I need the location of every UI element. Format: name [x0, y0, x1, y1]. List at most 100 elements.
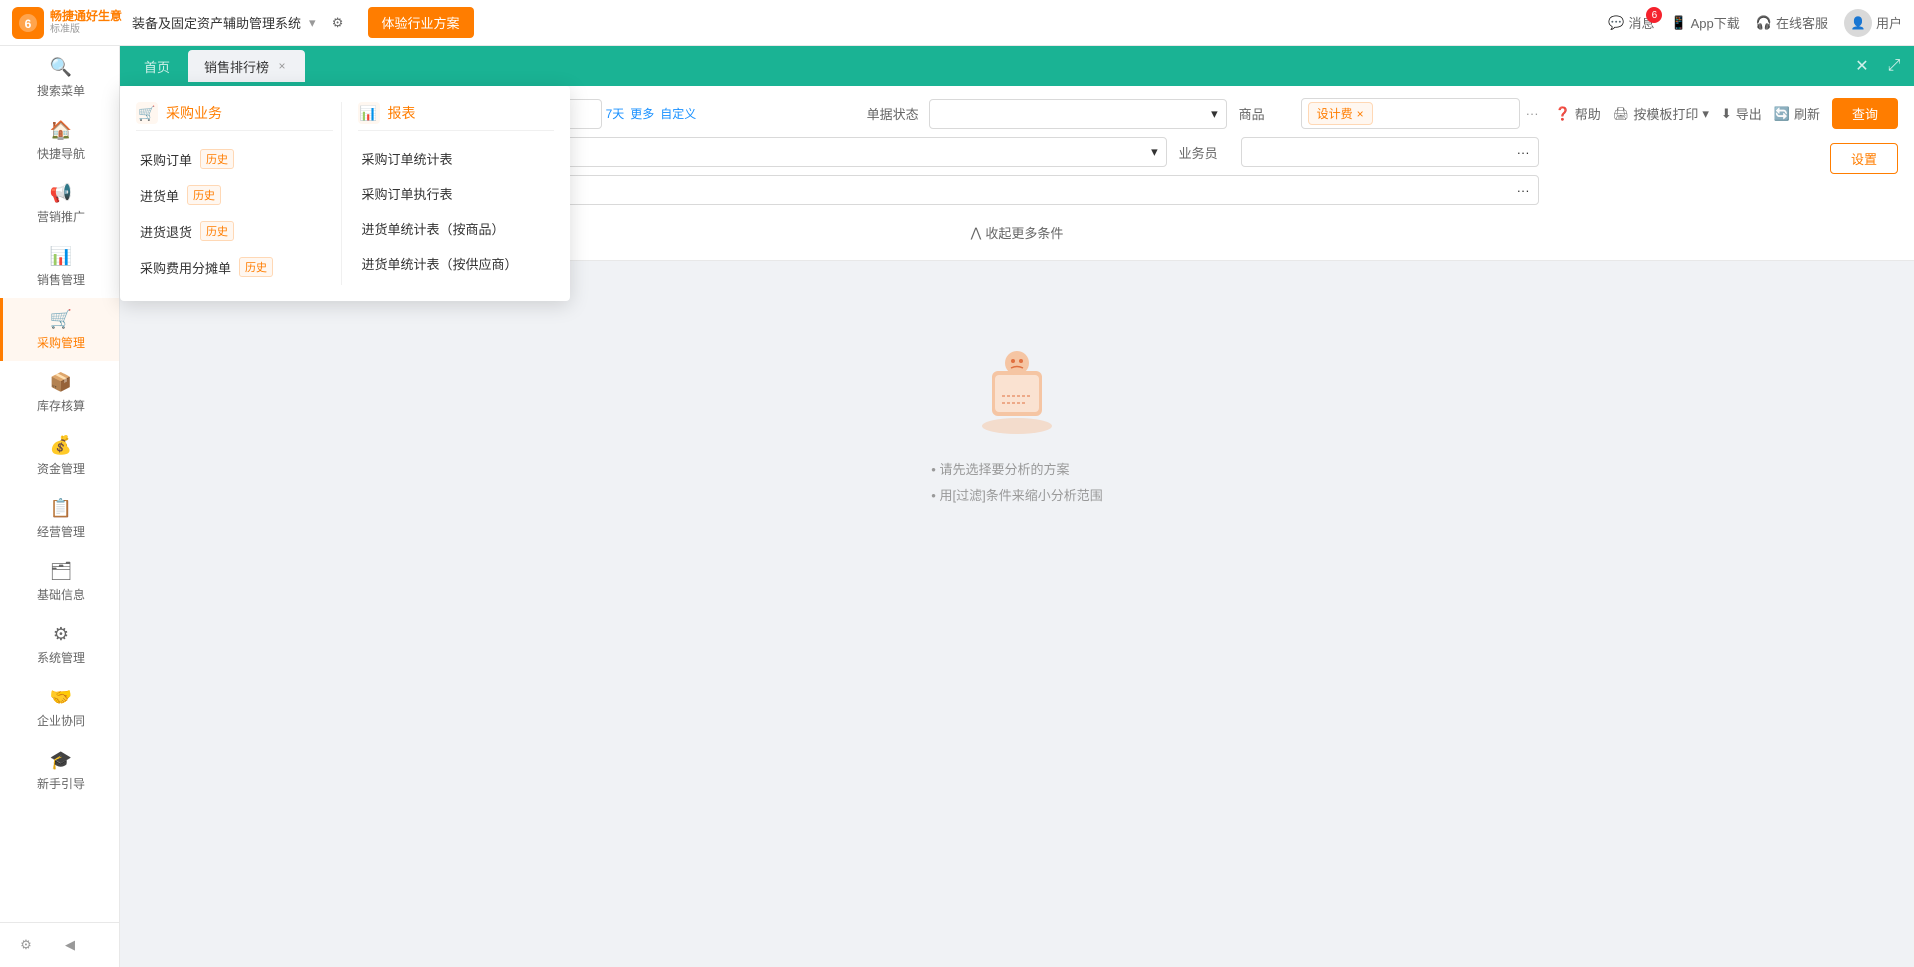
- goods-more[interactable]: ···: [1526, 106, 1539, 121]
- dropdown-purchase-order-stat[interactable]: 采购订单统计表: [358, 141, 555, 176]
- dropdown-report-4-label: 进货单统计表（按供应商）: [362, 254, 518, 273]
- collapse-btn[interactable]: ⋀ 收起更多条件: [965, 217, 1070, 248]
- sidebar-item-system[interactable]: ⚙ 系统管理: [0, 613, 119, 676]
- sidebar-item-search[interactable]: 🔍 搜索菜单: [0, 46, 119, 109]
- date-options: 7天 更多 自定义: [606, 105, 697, 122]
- tab-maximize-btn[interactable]: ⤢: [1882, 54, 1906, 78]
- sidebar-label-nav: 快捷导航: [37, 145, 85, 162]
- system-title-dropdown[interactable]: ▾: [309, 15, 316, 31]
- home-icon: 🏠: [50, 119, 72, 141]
- dropdown-purchase-expense-label: 采购费用分摊单: [140, 258, 231, 277]
- sidebar-item-guide[interactable]: 🎓 新手引导: [0, 739, 119, 802]
- basic-icon: 🗂: [50, 560, 72, 582]
- goods-tag-text: 设计费: [1317, 105, 1353, 122]
- export-btn[interactable]: ⬇ 导出: [1721, 104, 1762, 123]
- purchase-col-icon: 🛒: [136, 102, 158, 124]
- industry-btn[interactable]: 体验行业方案: [368, 7, 474, 38]
- message-btn[interactable]: 💬 消息 6: [1608, 13, 1654, 32]
- sidebar-collapse-btn[interactable]: ◀: [52, 931, 88, 959]
- system-settings-icon[interactable]: ⚙: [324, 9, 352, 37]
- dropdown-purchase-order-label: 采购订单: [140, 150, 192, 169]
- help-btn[interactable]: ❓ 帮助: [1555, 104, 1601, 123]
- dropdown-purchase-order[interactable]: 采购订单 历史: [136, 141, 333, 177]
- dropdown-inbound-stat-supplier[interactable]: 进货单统计表（按供应商）: [358, 246, 555, 281]
- tab-home[interactable]: 首页: [128, 50, 186, 82]
- dropdown-inbound-stat-goods[interactable]: 进货单统计表（按商品）: [358, 211, 555, 246]
- online-service-label: 在线客服: [1776, 13, 1828, 32]
- doc-status-select[interactable]: ▾: [929, 99, 1227, 129]
- dropdown-inbound-order[interactable]: 进货单 历史: [136, 177, 333, 213]
- purchase-col-title: 🛒 采购业务: [136, 102, 333, 131]
- sidebar-item-sales[interactable]: 📊 销售管理: [0, 235, 119, 298]
- top-bar: 6 畅捷通好生意 标准版 装备及固定资产辅助管理系统 ▾ ⚙ 体验行业方案 💬 …: [0, 0, 1914, 46]
- dropdown-inbound-return-label: 进货退货: [140, 222, 192, 241]
- salesman-label: 业务员: [1179, 143, 1235, 162]
- app-download-btn[interactable]: 📱 App下载: [1670, 13, 1739, 32]
- headset-icon: 🎧: [1756, 15, 1772, 31]
- sidebar: 🔍 搜索菜单 🏠 快捷导航 📢 营销推广 📊 销售管理 🛒 采购管理 📦 库存核…: [0, 46, 120, 967]
- dropdown-purchase-expense[interactable]: 采购费用分摊单 历史: [136, 249, 333, 285]
- sidebar-label-system: 系统管理: [37, 649, 85, 666]
- message-badge: 6: [1646, 7, 1662, 23]
- logo-text-wrap: 畅捷通好生意 标准版: [50, 9, 122, 35]
- online-service-btn[interactable]: 🎧 在线客服: [1756, 13, 1828, 32]
- date-7days[interactable]: 7天: [606, 105, 625, 122]
- sidebar-item-basic[interactable]: 🗂 基础信息: [0, 550, 119, 613]
- user-btn[interactable]: 👤 用户: [1844, 9, 1902, 37]
- sidebar-item-purchase[interactable]: 🛒 采购管理: [0, 298, 119, 361]
- goods-field: 商品 设计费 × ···: [1239, 98, 1539, 129]
- dropdown-report-1-label: 采购订单统计表: [362, 149, 453, 168]
- sidebar-item-operation[interactable]: 📋 经营管理: [0, 487, 119, 550]
- top-right: 💬 消息 6 📱 App下载 🎧 在线客服 👤 用户: [1608, 9, 1902, 37]
- sidebar-label-purchase: 采购管理: [37, 334, 85, 351]
- sidebar-bottom: ⚙ ◀: [0, 922, 119, 967]
- user-avatar: 👤: [1844, 9, 1872, 37]
- tab-close-icon[interactable]: ×: [275, 59, 289, 73]
- history-badge-3: 历史: [200, 221, 234, 241]
- logo-sub: 标准版: [50, 24, 122, 36]
- sidebar-label-basic: 基础信息: [37, 586, 85, 603]
- sidebar-item-enterprise[interactable]: 🤝 企业协同: [0, 676, 119, 739]
- sidebar-item-marketing[interactable]: 📢 营销推广: [0, 172, 119, 235]
- print-btn[interactable]: 🖨 按模板打印 ▾: [1613, 104, 1709, 123]
- goods-tag: 设计费 ×: [1308, 102, 1373, 125]
- query-button[interactable]: 查询: [1832, 98, 1898, 129]
- dropdown-inbound-return[interactable]: 进货退货 历史: [136, 213, 333, 249]
- app-download-label: App下载: [1691, 13, 1740, 32]
- settings-button[interactable]: 设置: [1830, 143, 1898, 174]
- refresh-btn[interactable]: 🔄 刷新: [1774, 104, 1820, 123]
- tab-close-btn[interactable]: ✕: [1850, 54, 1874, 78]
- dropdown-purchase-order-exec[interactable]: 采购订单执行表: [358, 176, 555, 211]
- sidebar-item-nav[interactable]: 🏠 快捷导航: [0, 109, 119, 172]
- inventory-icon: 📦: [50, 371, 72, 393]
- date-more[interactable]: 更多: [630, 105, 654, 122]
- purchase-col: 🛒 采购业务 采购订单 历史 进货单 历史 进货退货 历史 采购费用分摊单 历史: [136, 102, 333, 285]
- system-title-area: 装备及固定资产辅助管理系统 ▾ ⚙ 体验行业方案: [132, 7, 1608, 38]
- sidebar-item-inventory[interactable]: 📦 库存核算: [0, 361, 119, 424]
- report-col-icon: 📊: [358, 102, 380, 124]
- refresh-icon: 🔄: [1774, 106, 1790, 122]
- empty-state: 请先选择要分析的方案 用[过滤]条件来缩小分析范围: [120, 261, 1914, 589]
- history-badge-2: 历史: [187, 185, 221, 205]
- report-col: 📊 报表 采购订单统计表 采购订单执行表 进货单统计表（按商品） 进货单统计表（…: [341, 102, 555, 285]
- system-icon: ⚙: [50, 623, 72, 645]
- sidebar-item-finance[interactable]: 💰 资金管理: [0, 424, 119, 487]
- date-custom[interactable]: 自定义: [660, 105, 696, 122]
- sidebar-settings-btn[interactable]: ⚙: [8, 931, 44, 959]
- tab-bar: 首页 销售排行榜 × ✕ ⤢: [120, 46, 1914, 86]
- tab-actions: ✕ ⤢: [1850, 54, 1906, 78]
- svg-text:6: 6: [25, 17, 32, 31]
- guide-icon: 🎓: [50, 749, 72, 771]
- doc-status-label: 单据状态: [867, 104, 923, 123]
- sidebar-label-search: 搜索菜单: [37, 82, 85, 99]
- report-col-title: 📊 报表: [358, 102, 555, 131]
- salesman-select[interactable]: ···: [1241, 137, 1539, 167]
- export-icon: ⬇: [1721, 106, 1732, 122]
- logo-text: 畅捷通好生意: [50, 9, 122, 23]
- user-label: 用户: [1876, 13, 1902, 32]
- goods-tag-remove[interactable]: ×: [1357, 107, 1364, 121]
- refresh-label: 刷新: [1794, 104, 1820, 123]
- help-label: 帮助: [1575, 104, 1601, 123]
- tab-sales-rank[interactable]: 销售排行榜 ×: [188, 50, 305, 82]
- sidebar-label-operation: 经营管理: [37, 523, 85, 540]
